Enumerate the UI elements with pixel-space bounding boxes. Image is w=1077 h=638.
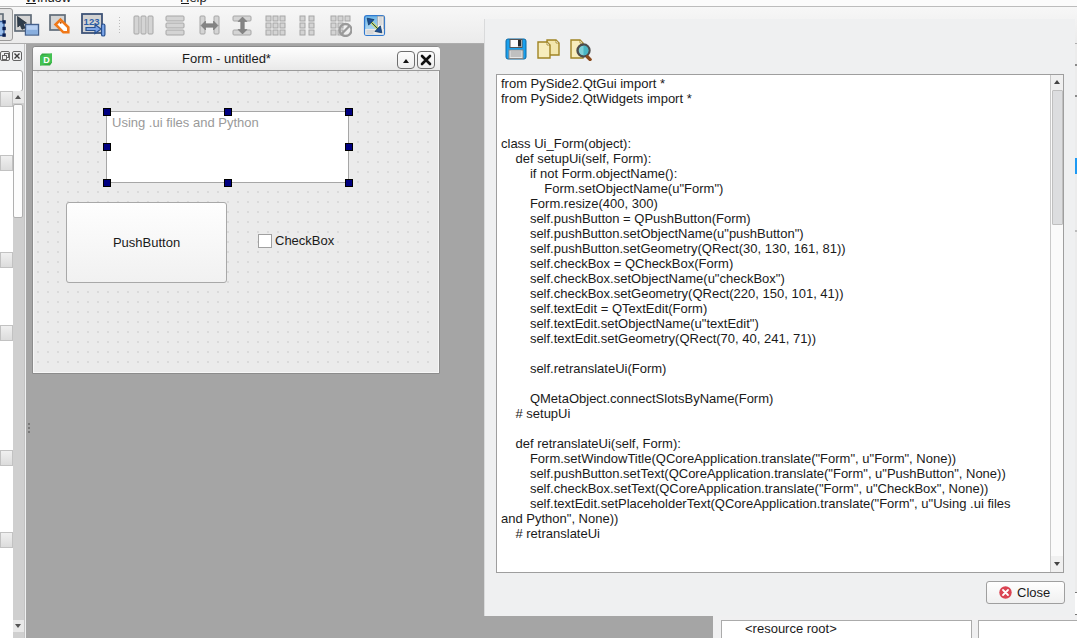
svg-text:123: 123 bbox=[84, 16, 100, 27]
